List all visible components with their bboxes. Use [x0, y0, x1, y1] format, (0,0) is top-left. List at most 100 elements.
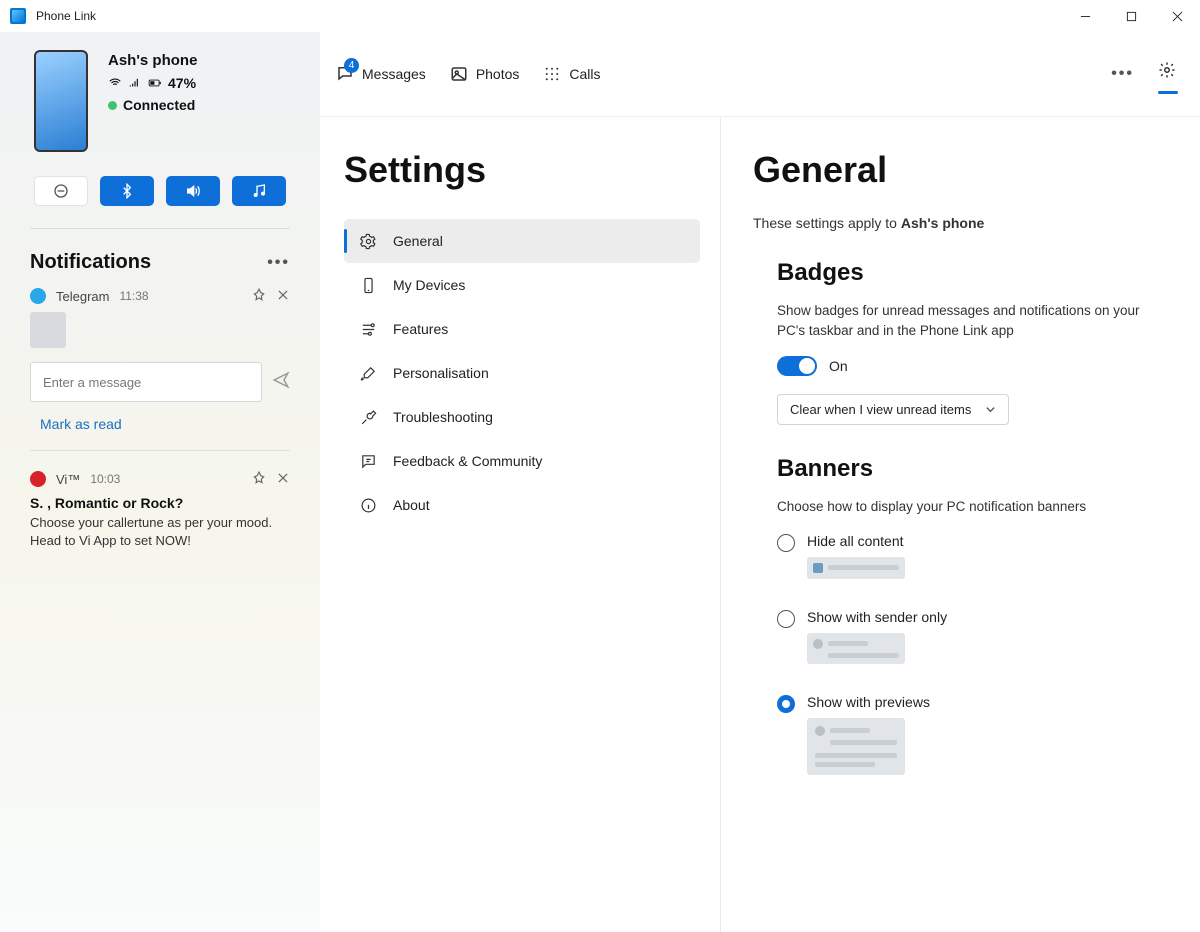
clear-badges-dropdown[interactable]: Clear when I view unread items	[777, 394, 1009, 425]
badges-toggle[interactable]	[777, 356, 817, 376]
notifications-heading: Notifications	[30, 251, 151, 274]
battery-icon	[148, 76, 162, 90]
top-bar: 4 Messages Photos Calls •••	[320, 32, 1200, 116]
section-heading: Banners	[777, 455, 1160, 483]
notification-thumbnail	[30, 312, 66, 348]
pin-icon[interactable]	[252, 288, 266, 302]
vi-icon	[30, 471, 46, 487]
maximize-button[interactable]	[1108, 0, 1154, 32]
notification-app: Telegram	[56, 289, 109, 304]
tab-label: Messages	[362, 66, 426, 82]
banner-preview	[807, 557, 905, 579]
notification-card[interactable]: Telegram 11:38	[0, 274, 320, 352]
radio-icon	[777, 534, 795, 552]
app-title: Phone Link	[36, 9, 96, 23]
nav-label: Feedback & Community	[393, 453, 542, 469]
section-description: Show badges for unread messages and noti…	[777, 301, 1147, 340]
info-icon	[360, 497, 377, 514]
nav-item-devices[interactable]: My Devices	[344, 263, 700, 307]
radio-label: Show with sender only	[807, 609, 947, 625]
section-banners: Banners Choose how to display your PC no…	[777, 455, 1160, 775]
status-dot-icon	[108, 101, 117, 110]
nav-item-feedback[interactable]: Feedback & Community	[344, 439, 700, 483]
wrench-icon	[360, 409, 377, 426]
nav-label: My Devices	[393, 277, 465, 293]
nav-item-about[interactable]: About	[344, 483, 700, 527]
pin-icon[interactable]	[252, 471, 266, 485]
section-heading: Badges	[777, 259, 1160, 287]
notification-title: S. , Romantic or Rock?	[30, 495, 290, 511]
notification-app: Vi™	[56, 472, 80, 487]
radio-icon	[777, 695, 795, 713]
bluetooth-button[interactable]	[100, 176, 154, 206]
settings-heading: Settings	[344, 149, 700, 191]
mark-as-read-link[interactable]: Mark as read	[40, 416, 122, 432]
nav-label: Features	[393, 321, 448, 337]
section-badges: Badges Show badges for unread messages a…	[777, 259, 1160, 425]
nav-label: About	[393, 497, 430, 513]
tab-calls[interactable]: Calls	[543, 65, 600, 83]
nav-label: General	[393, 233, 443, 249]
banner-option-previews[interactable]: Show with previews	[777, 694, 1160, 775]
dropdown-value: Clear when I view unread items	[790, 402, 971, 417]
section-description: Choose how to display your PC notificati…	[777, 497, 1147, 517]
nav-label: Troubleshooting	[393, 409, 493, 425]
close-button[interactable]	[1154, 0, 1200, 32]
apply-to-text: These settings apply to Ash's phone	[753, 215, 1160, 231]
more-button[interactable]: •••	[1111, 65, 1134, 83]
phone-thumbnail[interactable]	[34, 50, 88, 152]
send-button[interactable]	[272, 371, 290, 394]
app-icon	[10, 8, 26, 24]
toggle-label: On	[829, 358, 848, 374]
radio-label: Hide all content	[807, 533, 905, 549]
tab-photos[interactable]: Photos	[450, 65, 520, 83]
tab-label: Photos	[476, 66, 520, 82]
title-bar: Phone Link	[0, 0, 1200, 32]
connection-status: Connected	[108, 97, 197, 113]
nav-label: Personalisation	[393, 365, 489, 381]
banner-option-hide[interactable]: Hide all content	[777, 533, 1160, 579]
nav-item-features[interactable]: Features	[344, 307, 700, 351]
features-icon	[360, 321, 377, 338]
notification-body: Choose your callertune as per your mood.…	[30, 514, 290, 549]
settings-panel: General These settings apply to Ash's ph…	[720, 117, 1200, 932]
notification-time: 11:38	[119, 289, 148, 303]
settings-button[interactable]	[1158, 61, 1176, 88]
feedback-icon	[360, 453, 377, 470]
settings-nav: Settings General My Devices Features Per…	[320, 117, 720, 932]
nav-item-personalisation[interactable]: Personalisation	[344, 351, 700, 395]
banner-preview	[807, 718, 905, 775]
brush-icon	[360, 365, 377, 382]
phone-icon	[360, 277, 377, 294]
gear-icon	[360, 233, 377, 250]
dnd-button[interactable]	[34, 176, 88, 206]
chevron-down-icon	[985, 404, 996, 415]
volume-button[interactable]	[166, 176, 220, 206]
gear-icon	[1158, 61, 1176, 79]
minimize-button[interactable]	[1062, 0, 1108, 32]
notification-time: 10:03	[90, 472, 120, 486]
device-status-row: 47%	[108, 75, 197, 91]
panel-heading: General	[753, 149, 1160, 191]
device-name: Ash's phone	[108, 52, 197, 69]
notifications-more-button[interactable]: •••	[267, 254, 290, 272]
tab-messages[interactable]: 4 Messages	[336, 64, 426, 85]
radio-label: Show with previews	[807, 694, 930, 710]
banner-option-sender[interactable]: Show with sender only	[777, 609, 1160, 664]
close-icon[interactable]	[276, 471, 290, 485]
reply-input[interactable]	[30, 362, 262, 402]
nav-item-troubleshooting[interactable]: Troubleshooting	[344, 395, 700, 439]
close-icon[interactable]	[276, 288, 290, 302]
notification-card[interactable]: Vi™ 10:03 S. , Romantic or Rock? Choose …	[0, 457, 320, 553]
device-summary: Ash's phone 47% Connected	[0, 50, 320, 152]
connection-label: Connected	[123, 97, 195, 113]
nav-item-general[interactable]: General	[344, 219, 700, 263]
messages-badge: 4	[344, 58, 359, 73]
telegram-icon	[30, 288, 46, 304]
battery-percent: 47%	[168, 75, 196, 91]
photos-icon	[450, 65, 468, 83]
music-button[interactable]	[232, 176, 286, 206]
active-indicator	[1158, 91, 1178, 94]
notification-divider	[30, 450, 290, 451]
sidebar: Ash's phone 47% Connected Notif	[0, 32, 320, 932]
